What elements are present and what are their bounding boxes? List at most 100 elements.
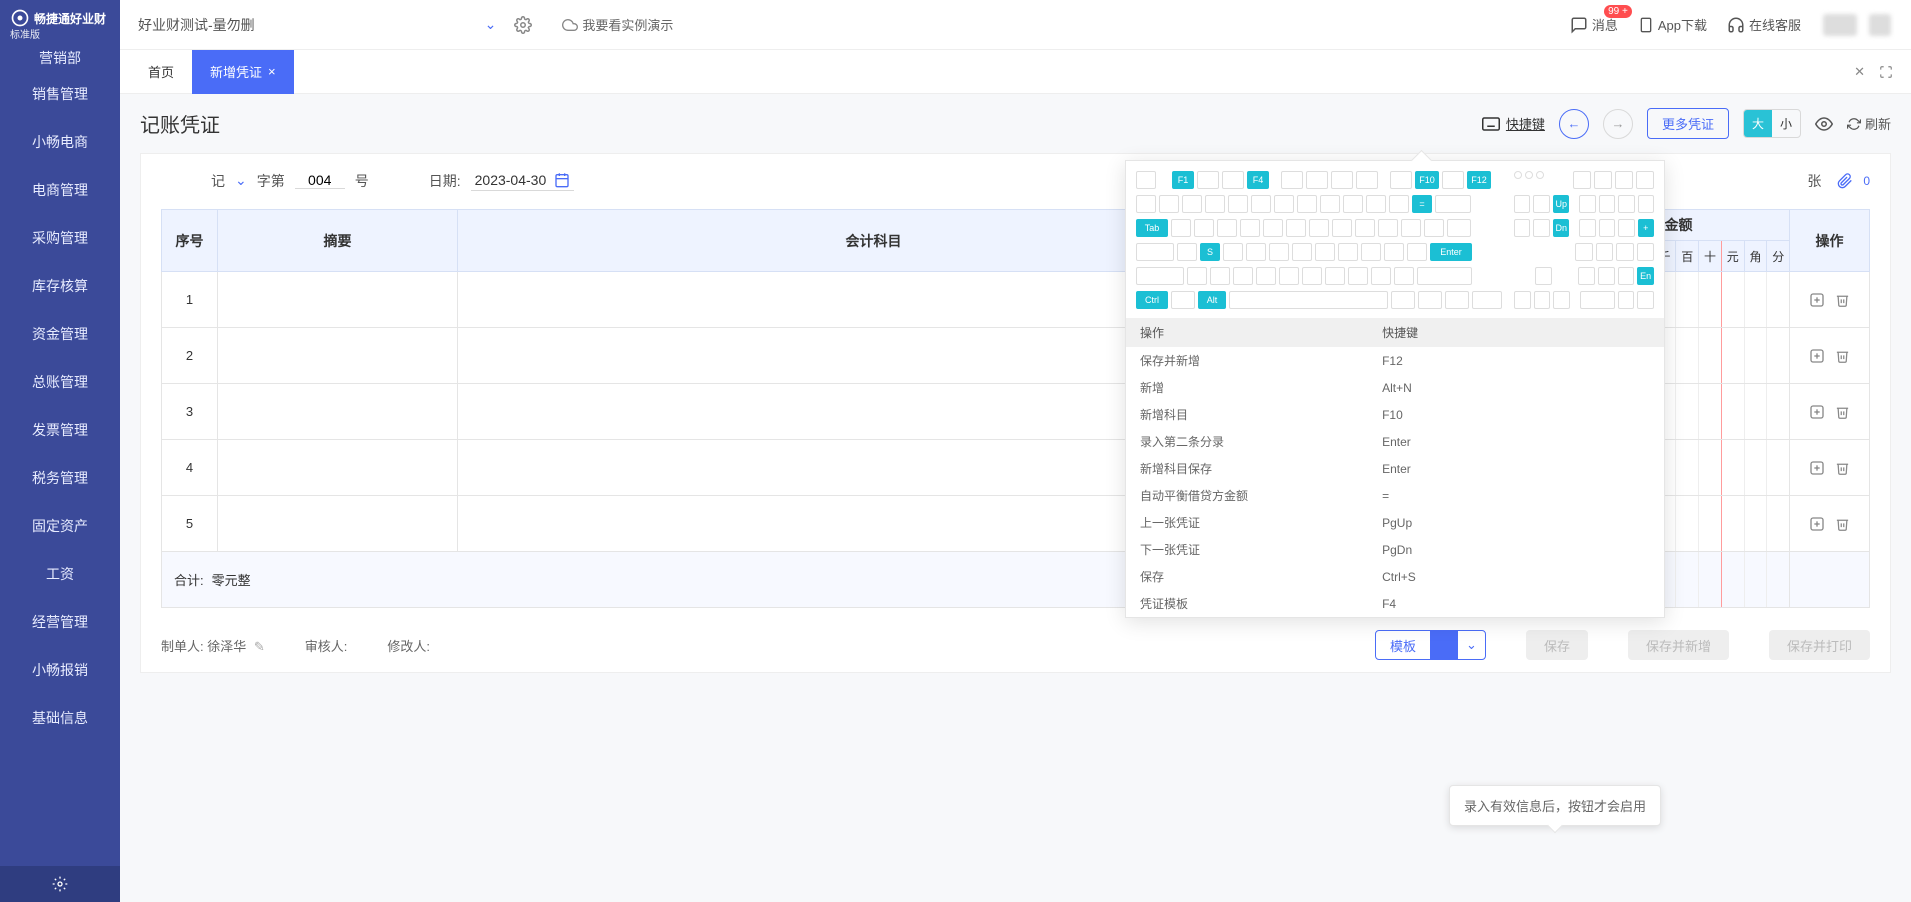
sidebar-item[interactable]: 经营管理 — [0, 598, 120, 646]
tab-bar: 首页 新增凭证 × ✕ — [120, 50, 1911, 94]
summary-cell[interactable] — [218, 384, 458, 440]
shortcut-row: 新增科目F10 — [1126, 401, 1664, 428]
sidebar-item[interactable]: 小畅电商 — [0, 118, 120, 166]
sheet-label: 张 — [1807, 171, 1821, 191]
prev-voucher-button[interactable]: ← — [1559, 109, 1589, 139]
sidebar-item[interactable]: 发票管理 — [0, 406, 120, 454]
fullscreen-icon[interactable] — [1879, 65, 1893, 79]
sidebar-item[interactable]: 基础信息 — [0, 694, 120, 742]
save-new-button: 保存并新增 — [1628, 630, 1729, 660]
view-icon[interactable] — [1815, 115, 1833, 133]
row-index: 2 — [162, 328, 218, 384]
summary-cell[interactable] — [218, 440, 458, 496]
summary-cell[interactable] — [218, 328, 458, 384]
brand-block: 畅捷通好业财 标准版 — [0, 0, 120, 50]
op-cell — [1790, 328, 1870, 384]
gear-icon — [52, 876, 68, 892]
add-row-icon[interactable] — [1809, 404, 1825, 420]
shortcut-row: 新增Alt+N — [1126, 374, 1664, 401]
close-all-icon[interactable]: ✕ — [1854, 64, 1865, 80]
size-small[interactable]: 小 — [1772, 110, 1800, 137]
sidebar-item[interactable]: 库存核算 — [0, 262, 120, 310]
settings-icon[interactable] — [514, 16, 532, 34]
op-cell — [1790, 496, 1870, 552]
shortcut-row: 保存并新增F12 — [1126, 347, 1664, 374]
messages-badge: 99 + — [1604, 5, 1632, 18]
card-footer: 制单人: 徐泽华 ✎ 审核人: 修改人: 模板 ⌄ 保存 保存并新增 保存并打印 — [161, 630, 1870, 660]
shortcut-popup: F1 F4 F10 F12 = — [1125, 160, 1665, 618]
demo-link-text: 我要看实例演示 — [582, 15, 673, 34]
attachment-count: 0 — [1863, 174, 1870, 188]
col-summary: 摘要 — [218, 210, 458, 272]
col-index: 序号 — [162, 210, 218, 272]
prefix-label[interactable]: 记 — [211, 171, 225, 191]
sidebar-item[interactable]: 总账管理 — [0, 358, 120, 406]
close-icon[interactable]: × — [268, 64, 276, 79]
col-op: 操作 — [1790, 210, 1870, 272]
env-name: 好业财测试-量勿删 — [138, 15, 255, 35]
delete-row-icon[interactable] — [1835, 460, 1850, 476]
shortcut-row: 下一张凭证PgDn — [1126, 536, 1664, 563]
disabled-tooltip: 录入有效信息后，按钮才会启用 — [1449, 785, 1661, 826]
row-index: 1 — [162, 272, 218, 328]
delete-row-icon[interactable] — [1835, 404, 1850, 420]
messages-button[interactable]: 消息 99 + — [1570, 15, 1618, 34]
sidebar-item[interactable]: 销售管理 — [0, 70, 120, 118]
env-selector[interactable]: 好业财测试-量勿删 ⌄ — [138, 15, 496, 35]
brand-logo-icon — [10, 8, 30, 28]
sidebar-item[interactable]: 资金管理 — [0, 310, 120, 358]
sidebar: 营销部 销售管理 小畅电商 电商管理 采购管理 库存核算 资金管理 总账管理 发… — [0, 50, 120, 902]
demo-link[interactable]: 我要看实例演示 — [562, 15, 673, 34]
sidebar-item[interactable]: 营销部 — [0, 50, 120, 70]
chevron-down-icon[interactable]: ⌄ — [235, 172, 247, 189]
chevron-down-icon[interactable]: ⌄ — [1458, 637, 1485, 653]
add-row-icon[interactable] — [1809, 348, 1825, 364]
sidebar-item[interactable]: 小畅报销 — [0, 646, 120, 694]
summary-cell[interactable] — [218, 496, 458, 552]
brand-subtitle: 标准版 — [10, 26, 40, 41]
sidebar-item[interactable]: 工资 — [0, 550, 120, 598]
add-row-icon[interactable] — [1809, 516, 1825, 532]
delete-row-icon[interactable] — [1835, 292, 1850, 308]
sidebar-item[interactable]: 固定资产 — [0, 502, 120, 550]
shortcut-col-key: 快捷键 — [1368, 318, 1664, 347]
page-title: 记账凭证 — [140, 109, 220, 138]
shortcut-col-op: 操作 — [1126, 318, 1368, 347]
brand-name: 畅捷通好业财 — [34, 10, 106, 27]
customer-service-button[interactable]: 在线客服 — [1727, 15, 1801, 34]
headset-icon — [1727, 16, 1745, 34]
delete-row-icon[interactable] — [1835, 348, 1850, 364]
sidebar-settings[interactable] — [0, 866, 120, 902]
add-row-icon[interactable] — [1809, 292, 1825, 308]
more-vouchers-button[interactable]: 更多凭证 — [1647, 108, 1729, 139]
app-download-button[interactable]: App下载 — [1638, 15, 1707, 34]
shortcut-row: 新增科目保存Enter — [1126, 455, 1664, 482]
date-picker[interactable]: 2023-04-30 — [471, 170, 575, 191]
next-voucher-button[interactable]: → — [1603, 109, 1633, 139]
voucher-number-input[interactable] — [295, 172, 345, 189]
sidebar-item[interactable]: 税务管理 — [0, 454, 120, 502]
shortcut-key-button[interactable]: 快捷键 — [1482, 114, 1545, 133]
avatar-2[interactable] — [1869, 14, 1891, 36]
shortcut-list: 操作 快捷键 保存并新增F12新增Alt+N新增科目F10录入第二条分录Ente… — [1126, 318, 1664, 617]
save-button: 保存 — [1526, 630, 1588, 660]
chevron-down-icon: ⌄ — [485, 16, 497, 33]
maker-label: 制单人: — [161, 639, 204, 654]
add-row-icon[interactable] — [1809, 460, 1825, 476]
template-button[interactable]: 模板 ⌄ — [1375, 630, 1486, 660]
shortcut-row: 上一张凭证PgUp — [1126, 509, 1664, 536]
edit-icon[interactable]: ✎ — [254, 639, 265, 654]
refresh-button[interactable]: 刷新 — [1847, 114, 1891, 133]
size-large[interactable]: 大 — [1744, 110, 1772, 137]
tab-home[interactable]: 首页 — [130, 50, 192, 94]
delete-row-icon[interactable] — [1835, 516, 1850, 532]
avatar[interactable] — [1823, 14, 1857, 36]
tab-new-voucher[interactable]: 新增凭证 × — [192, 50, 294, 94]
op-cell — [1790, 440, 1870, 496]
attachment-icon[interactable] — [1837, 173, 1853, 189]
sidebar-item[interactable]: 采购管理 — [0, 214, 120, 262]
maker-name: 徐泽华 — [207, 639, 246, 654]
sidebar-item[interactable]: 电商管理 — [0, 166, 120, 214]
phone-icon — [1638, 16, 1654, 34]
summary-cell[interactable] — [218, 272, 458, 328]
